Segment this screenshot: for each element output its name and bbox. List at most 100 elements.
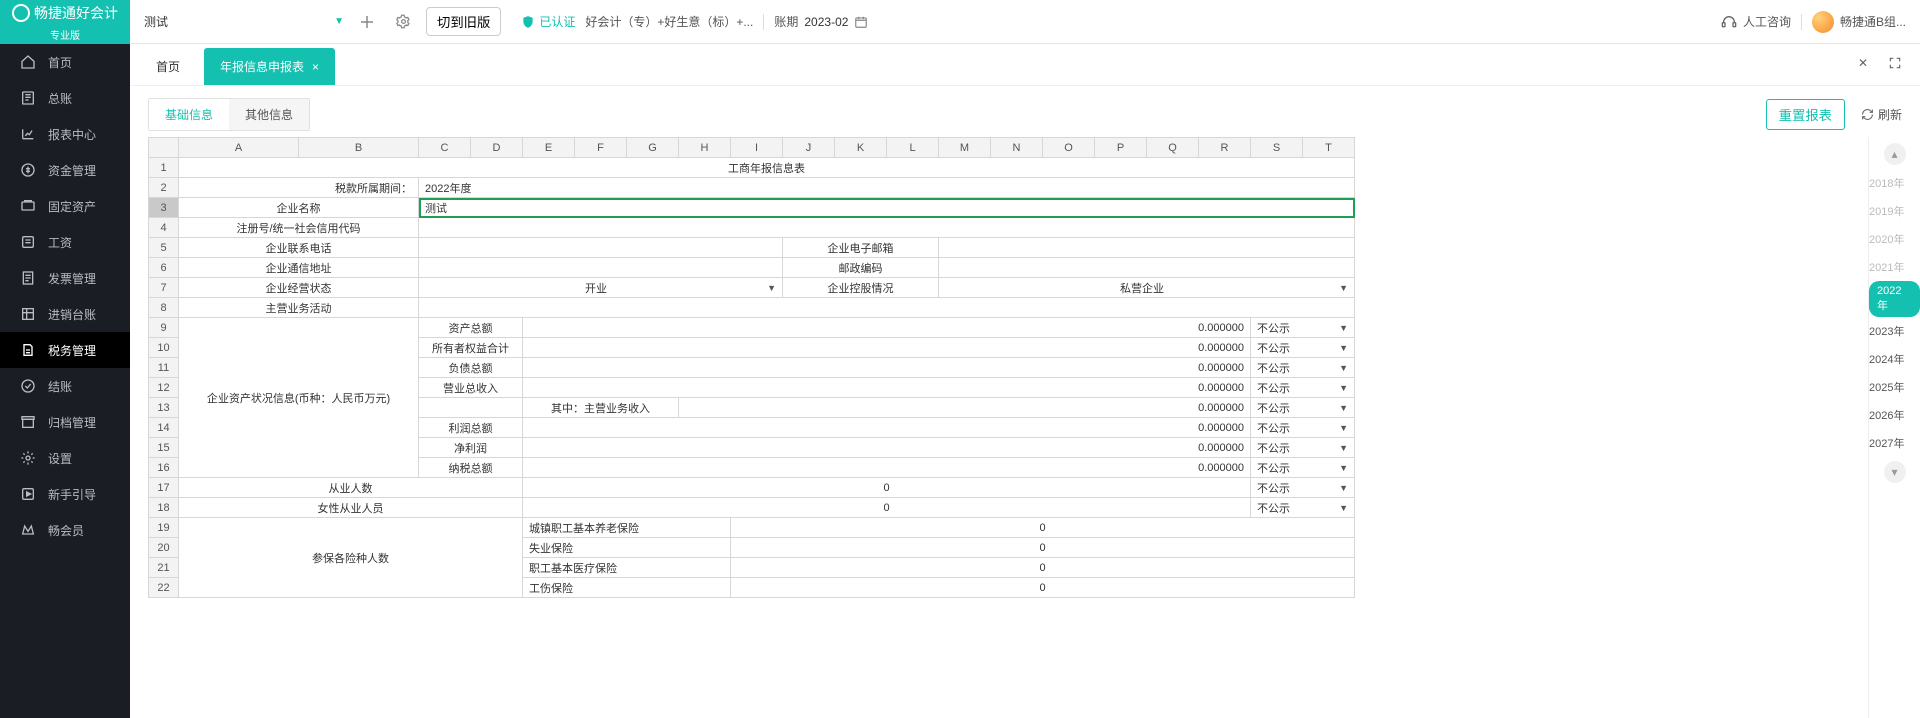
sidebar-item-guide[interactable]: 新手引导 <box>0 476 130 512</box>
sidebar-item-asset[interactable]: 固定资产 <box>0 188 130 224</box>
col-header-F[interactable]: F <box>575 138 627 158</box>
row-header-1[interactable]: 1 <box>149 158 179 178</box>
year-2022年[interactable]: 2022年 <box>1869 281 1920 317</box>
year-2019年[interactable]: 2019年 <box>1869 197 1920 225</box>
row-header-18[interactable]: 18 <box>149 498 179 518</box>
phone-input[interactable] <box>419 238 783 258</box>
year-2020年[interactable]: 2020年 <box>1869 225 1920 253</box>
year-2027年[interactable]: 2027年 <box>1869 429 1920 457</box>
sidebar-item-inventory[interactable]: 进销台账 <box>0 296 130 332</box>
year-2023年[interactable]: 2023年 <box>1869 317 1920 345</box>
col-header-E[interactable]: E <box>523 138 575 158</box>
value-cell[interactable]: 0.000000 <box>523 338 1251 358</box>
row-header-19[interactable]: 19 <box>149 518 179 538</box>
value-cell[interactable]: 0.000000 <box>523 418 1251 438</box>
disclose-select[interactable]: 不公示▼ <box>1251 378 1355 398</box>
year-2026年[interactable]: 2026年 <box>1869 401 1920 429</box>
col-header-L[interactable]: L <box>887 138 939 158</box>
col-header-N[interactable]: N <box>991 138 1043 158</box>
value-cell[interactable]: 0.000000 <box>523 438 1251 458</box>
verified-badge[interactable]: 已认证 <box>521 13 575 30</box>
spreadsheet-scroll[interactable]: ABCDEFGHIJKLMNOPQRST1工商年报信息表2税款所属期间：2022… <box>130 137 1868 718</box>
row-header-13[interactable]: 13 <box>149 398 179 418</box>
row-header-8[interactable]: 8 <box>149 298 179 318</box>
tab-home[interactable]: 首页 <box>140 48 196 85</box>
row-header-22[interactable]: 22 <box>149 578 179 598</box>
year-2018年[interactable]: 2018年 <box>1869 169 1920 197</box>
sidebar-item-archive[interactable]: 归档管理 <box>0 404 130 440</box>
col-header-Q[interactable]: Q <box>1147 138 1199 158</box>
sidebar-item-ledger[interactable]: 总账 <box>0 80 130 116</box>
year-2024年[interactable]: 2024年 <box>1869 345 1920 373</box>
row-header-21[interactable]: 21 <box>149 558 179 578</box>
col-header-S[interactable]: S <box>1251 138 1303 158</box>
col-header-C[interactable]: C <box>419 138 471 158</box>
disclose-select[interactable]: 不公示▼ <box>1251 418 1355 438</box>
col-header-H[interactable]: H <box>679 138 731 158</box>
employees-value[interactable]: 0 <box>523 478 1251 498</box>
disclose-select[interactable]: 不公示▼ <box>1251 318 1355 338</box>
col-header-P[interactable]: P <box>1095 138 1147 158</box>
col-header-R[interactable]: R <box>1199 138 1251 158</box>
holding-select[interactable]: 私营企业▼ <box>939 278 1355 298</box>
disclose-select[interactable]: 不公示▼ <box>1251 478 1355 498</box>
value-cell[interactable]: 0 <box>731 538 1355 558</box>
row-header-7[interactable]: 7 <box>149 278 179 298</box>
disclose-select[interactable]: 不公示▼ <box>1251 498 1355 518</box>
close-icon[interactable]: × <box>312 60 319 74</box>
row-header-20[interactable]: 20 <box>149 538 179 558</box>
add-icon[interactable] <box>354 9 380 35</box>
sidebar-item-closing[interactable]: 结账 <box>0 368 130 404</box>
col-header-G[interactable]: G <box>627 138 679 158</box>
sidebar-item-tax[interactable]: 税务管理 <box>0 332 130 368</box>
col-header-O[interactable]: O <box>1043 138 1095 158</box>
corner-cell[interactable] <box>149 138 179 158</box>
period-value[interactable]: 2022年度 <box>419 178 1355 198</box>
col-header-A[interactable]: A <box>179 138 299 158</box>
year-2025年[interactable]: 2025年 <box>1869 373 1920 401</box>
sidebar-item-invoice[interactable]: 发票管理 <box>0 260 130 296</box>
year-down-icon[interactable]: ▾ <box>1884 461 1906 483</box>
user-menu[interactable]: 畅捷通B组... <box>1812 11 1906 33</box>
disclose-select[interactable]: 不公示▼ <box>1251 358 1355 378</box>
row-header-12[interactable]: 12 <box>149 378 179 398</box>
year-up-icon[interactable]: ▴ <box>1884 143 1906 165</box>
row-header-6[interactable]: 6 <box>149 258 179 278</box>
close-all-tabs-button[interactable]: ✕ <box>1852 52 1874 74</box>
row-header-5[interactable]: 5 <box>149 238 179 258</box>
refresh-button[interactable]: 刷新 <box>1861 106 1902 123</box>
disclose-select[interactable]: 不公示▼ <box>1251 338 1355 358</box>
subtab-basic[interactable]: 基础信息 <box>149 99 229 130</box>
col-header-D[interactable]: D <box>471 138 523 158</box>
email-input[interactable] <box>939 238 1355 258</box>
gear-icon[interactable] <box>390 9 416 35</box>
value-cell[interactable]: 0.000000 <box>523 458 1251 478</box>
reg-no-input[interactable] <box>419 218 1355 238</box>
sidebar-item-home[interactable]: 首页 <box>0 44 130 80</box>
row-header-2[interactable]: 2 <box>149 178 179 198</box>
col-header-B[interactable]: B <box>299 138 419 158</box>
row-header-11[interactable]: 11 <box>149 358 179 378</box>
support-link[interactable]: 人工咨询 <box>1721 13 1791 30</box>
period-picker[interactable]: 2023-02 <box>804 15 868 29</box>
company-select[interactable]: 测试 ▼ <box>144 13 344 30</box>
row-header-16[interactable]: 16 <box>149 458 179 478</box>
disclose-select[interactable]: 不公示▼ <box>1251 458 1355 478</box>
spreadsheet[interactable]: ABCDEFGHIJKLMNOPQRST1工商年报信息表2税款所属期间：2022… <box>148 137 1355 598</box>
row-header-17[interactable]: 17 <box>149 478 179 498</box>
op-status-select[interactable]: 开业▼ <box>419 278 783 298</box>
switch-old-version-button[interactable]: 切到旧版 <box>426 7 501 36</box>
row-header-10[interactable]: 10 <box>149 338 179 358</box>
value-cell[interactable]: 0 <box>731 558 1355 578</box>
subtab-other[interactable]: 其他信息 <box>229 99 309 130</box>
row-header-14[interactable]: 14 <box>149 418 179 438</box>
disclose-select[interactable]: 不公示▼ <box>1251 438 1355 458</box>
sidebar-item-member[interactable]: 畅会员 <box>0 512 130 548</box>
fullscreen-icon[interactable] <box>1884 52 1906 74</box>
tab-annual-report[interactable]: 年报信息申报表 × <box>204 48 335 85</box>
main-biz-input[interactable] <box>419 298 1355 318</box>
sidebar-item-salary[interactable]: 工资 <box>0 224 130 260</box>
postcode-input[interactable] <box>939 258 1355 278</box>
col-header-I[interactable]: I <box>731 138 783 158</box>
address-input[interactable] <box>419 258 783 278</box>
